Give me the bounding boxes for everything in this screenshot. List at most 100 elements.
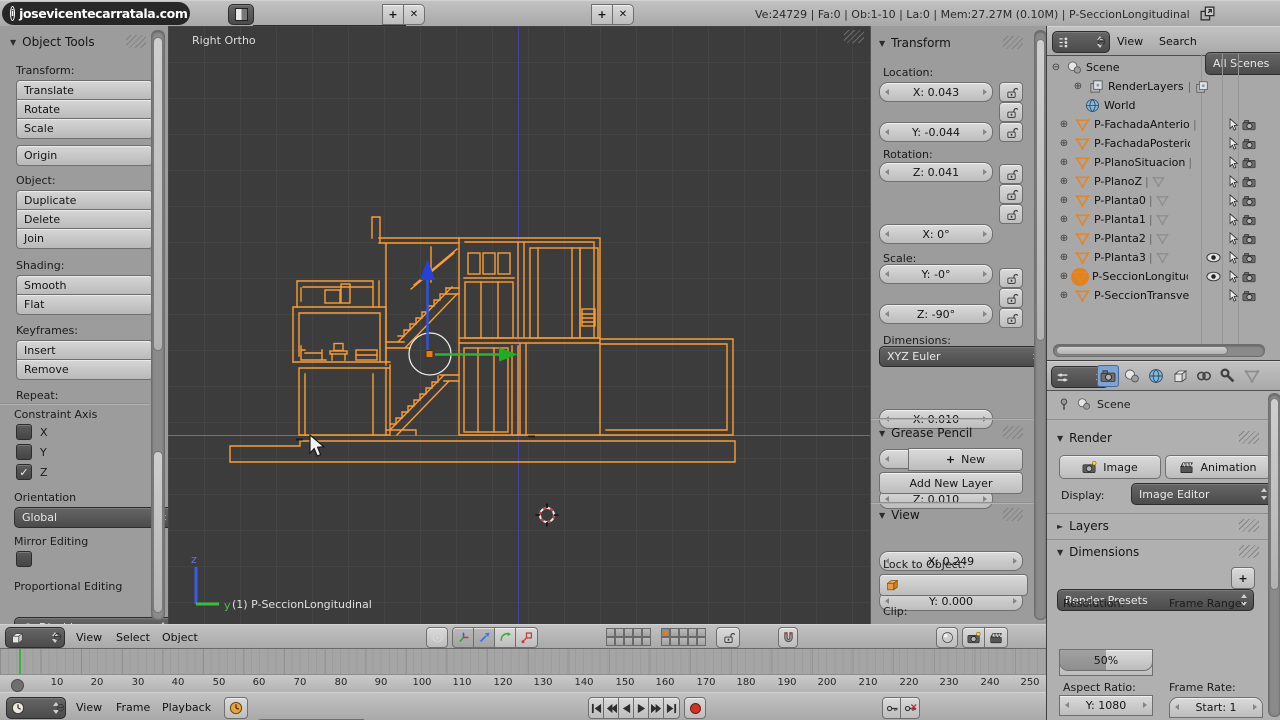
- add-new-layer-button[interactable]: Add New Layer: [879, 472, 1023, 494]
- renderability-toggle[interactable]: [1242, 137, 1256, 151]
- collapse-menus-icon[interactable]: ⊖: [1097, 35, 1106, 48]
- grease-pencil-new-button[interactable]: + New: [908, 448, 1023, 471]
- insert-keyframes-button[interactable]: [882, 697, 902, 719]
- expand-icon[interactable]: ⊕: [1057, 195, 1071, 206]
- pin-icon[interactable]: [1057, 397, 1071, 411]
- mirror-editing-checkbox[interactable]: [16, 551, 32, 567]
- selectability-toggle[interactable]: [1226, 232, 1239, 245]
- manipulate-center-points-toggle[interactable]: [426, 627, 448, 648]
- renderability-toggle[interactable]: [1242, 194, 1256, 208]
- insert-keyframe-button[interactable]: Insert: [16, 340, 153, 360]
- collapse-icon[interactable]: ⊖: [1049, 62, 1063, 73]
- expand-icon[interactable]: ⊕: [1057, 119, 1071, 130]
- jump-to-end-button[interactable]: [663, 697, 680, 719]
- scrollbar-thumb[interactable]: [1056, 346, 1228, 355]
- region-corner-grip[interactable]: [844, 30, 864, 43]
- tab-data[interactable]: [1241, 365, 1263, 387]
- view-menu[interactable]: View: [76, 631, 102, 644]
- rotate-button[interactable]: Rotate: [16, 99, 153, 119]
- expand-icon[interactable]: ⊕: [1057, 233, 1071, 244]
- collapse-menus-icon[interactable]: ⊖: [56, 701, 65, 714]
- smooth-button[interactable]: Smooth: [16, 275, 153, 295]
- translate-manipulator-toggle[interactable]: [473, 627, 496, 648]
- flat-button[interactable]: Flat: [16, 294, 153, 315]
- origin-button[interactable]: Origin: [16, 145, 153, 166]
- renderability-toggle[interactable]: [1242, 270, 1256, 284]
- selectability-toggle[interactable]: [1226, 156, 1239, 169]
- expand-icon[interactable]: ⊕: [1057, 138, 1071, 149]
- outliner-row-object[interactable]: ⊕ P-Planta0 |: [1047, 191, 1280, 210]
- layers-grid-2[interactable]: [661, 628, 708, 646]
- outliner-view-menu[interactable]: View: [1117, 35, 1143, 48]
- expand-icon[interactable]: ⊕: [1057, 290, 1071, 301]
- rotation-z-field[interactable]: Z: -90°: [879, 304, 993, 324]
- tab-scene[interactable]: [1121, 365, 1143, 387]
- selectability-toggle[interactable]: [1226, 289, 1239, 302]
- snap-toggle-button[interactable]: [778, 627, 798, 648]
- object-menu[interactable]: Object: [162, 631, 198, 644]
- tab-world[interactable]: [1145, 365, 1167, 387]
- scrollbar-thumb[interactable]: [153, 451, 163, 613]
- renderability-toggle[interactable]: [1242, 175, 1256, 189]
- outliner-row-object[interactable]: ⊕ P-PlanoZ |: [1047, 172, 1280, 191]
- rotation-z-lock-button[interactable]: [999, 204, 1023, 224]
- tab-render[interactable]: [1097, 365, 1119, 387]
- lock-to-scene-toggle[interactable]: [716, 627, 740, 648]
- add-preset-button[interactable]: +: [1231, 567, 1255, 589]
- renderability-toggle[interactable]: [1242, 213, 1256, 227]
- outliner-row-object[interactable]: ⊕ P-PlanoSituacion |: [1047, 153, 1280, 172]
- outliner-row-object[interactable]: ⊕ P-Planta3 |: [1047, 248, 1280, 267]
- outliner-row-object-selected[interactable]: ⊕ P-SeccionLongitudinal: [1047, 267, 1280, 286]
- manipulator-toggle-button[interactable]: [452, 627, 475, 648]
- outliner-row-object[interactable]: ⊕ P-FachadaPosterior: [1047, 134, 1280, 153]
- location-x-lock-button[interactable]: [999, 82, 1023, 102]
- timeline-playback-menu[interactable]: Playback: [162, 701, 211, 714]
- screen-layout-delete-button[interactable]: ✕: [403, 4, 425, 25]
- expand-icon[interactable]: ⊕: [1057, 214, 1071, 225]
- constraint-axis-x[interactable]: X: [16, 424, 48, 440]
- outliner-search-menu[interactable]: Search: [1159, 35, 1197, 48]
- dimensions-panel-header[interactable]: ▼ Dimensions: [1057, 545, 1139, 559]
- resolution-percentage-slider[interactable]: 50%: [1059, 649, 1153, 671]
- outliner-row-object[interactable]: ⊕ P-FachadaAnterior |: [1047, 115, 1280, 134]
- timeline-view-menu[interactable]: View: [76, 701, 102, 714]
- location-x-field[interactable]: X: 0.043: [879, 82, 993, 102]
- rotation-y-field[interactable]: Y: -0°: [879, 264, 993, 284]
- delete-keyframes-button[interactable]: [900, 697, 920, 719]
- panel-grip[interactable]: [1239, 519, 1259, 532]
- duplicate-button[interactable]: Duplicate: [16, 190, 153, 210]
- display-dropdown[interactable]: Image Editor: [1131, 483, 1274, 505]
- selectability-toggle[interactable]: [1226, 251, 1239, 264]
- orientation-d-dropdown[interactable]: Global: [14, 507, 173, 528]
- resolution-y-field[interactable]: Y: 1080: [1059, 695, 1153, 716]
- renderability-toggle[interactable]: [1242, 289, 1256, 303]
- render-panel-header[interactable]: ▼ Render: [1057, 431, 1112, 445]
- translate-button[interactable]: Translate: [16, 80, 153, 100]
- constraint-axis-z[interactable]: ✓ Z: [16, 464, 48, 480]
- join-button[interactable]: Join: [16, 228, 153, 249]
- selectability-toggle[interactable]: [1226, 213, 1239, 226]
- panel-grip[interactable]: [1003, 426, 1023, 439]
- opengl-render-image-button[interactable]: [962, 627, 986, 648]
- selectability-toggle[interactable]: [1226, 194, 1239, 207]
- hide-toggle[interactable]: [1206, 269, 1221, 284]
- outliner-h-scrollbar[interactable]: [1053, 344, 1265, 357]
- screen-layout-add-button[interactable]: +: [382, 4, 404, 25]
- grease-pencil-panel-header[interactable]: ▼ Grease Pencil: [879, 426, 972, 440]
- location-y-field[interactable]: Y: -0.044: [879, 122, 993, 142]
- window-duplicate-icon[interactable]: [1199, 5, 1216, 22]
- rotation-y-lock-button[interactable]: [999, 184, 1023, 204]
- scale-button[interactable]: Scale: [16, 118, 153, 139]
- expand-icon[interactable]: ⊕: [1057, 271, 1071, 282]
- rotate-manipulator-toggle[interactable]: [494, 627, 517, 648]
- timeline-frame-menu[interactable]: Frame: [116, 701, 150, 714]
- rotation-mode-dropdown[interactable]: XYZ Euler: [879, 346, 1046, 367]
- selectability-toggle[interactable]: [1226, 137, 1239, 150]
- delete-button[interactable]: Delete: [16, 209, 153, 229]
- scrollbar-thumb[interactable]: [1036, 39, 1045, 341]
- tab-object[interactable]: [1169, 365, 1191, 387]
- outliner-row-object[interactable]: ⊕ P-SeccionTransversal: [1047, 286, 1280, 305]
- outliner-row-world[interactable]: World: [1047, 96, 1280, 115]
- outliner-row-object[interactable]: ⊕ P-Planta1 |: [1047, 210, 1280, 229]
- frame-start-field[interactable]: Start: 1: [1169, 697, 1263, 718]
